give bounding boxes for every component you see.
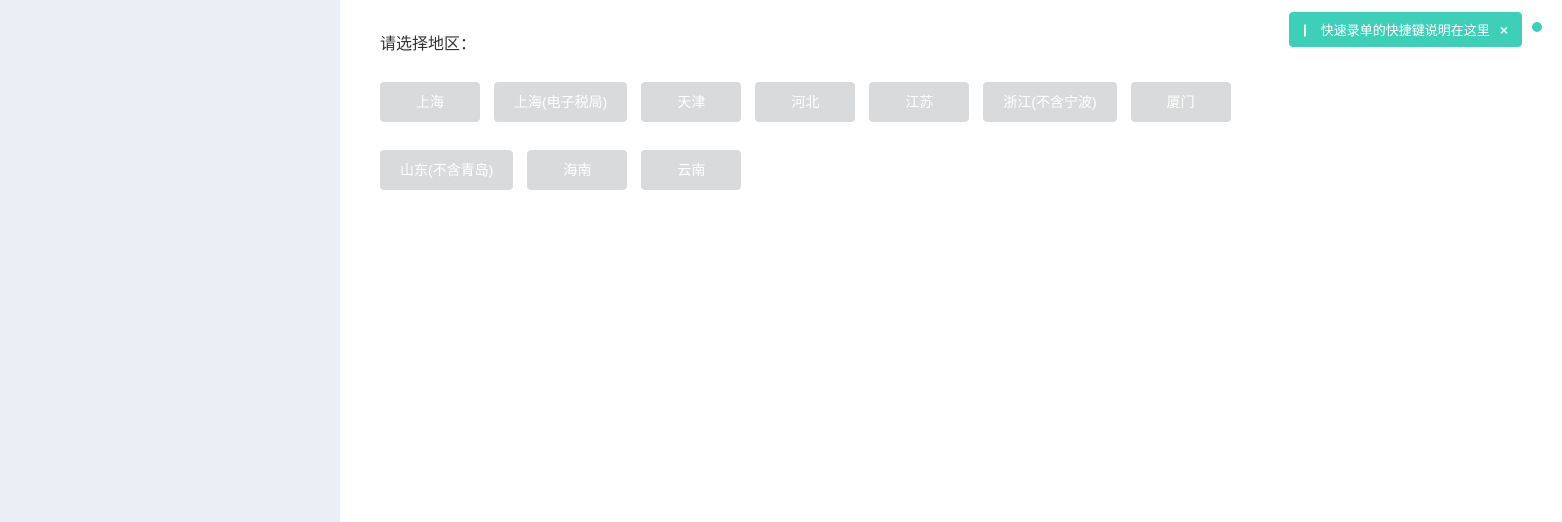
region-btn-hebei[interactable]: 河北 <box>755 82 855 122</box>
tooltip-banner: 快速录单的快捷键说明在这里 × <box>1289 12 1522 47</box>
main-content: 请选择地区： 上海上海(电子税局)天津河北江苏浙江(不含宁波)厦门山东(不含青岛… <box>340 0 1562 522</box>
region-btn-shanghai[interactable]: 上海 <box>380 82 480 122</box>
tooltip-close-button[interactable]: × <box>1500 22 1508 38</box>
tooltip-text: 快速录单的快捷键说明在这里 <box>1321 20 1490 39</box>
region-btn-jiangsu[interactable]: 江苏 <box>869 82 969 122</box>
tooltip-indicator-dot <box>1532 22 1542 32</box>
region-btn-tianjin[interactable]: 天津 <box>641 82 741 122</box>
region-btn-xiamen[interactable]: 厦门 <box>1131 82 1231 122</box>
sidebar <box>0 0 340 522</box>
region-btn-hainan[interactable]: 海南 <box>527 150 627 190</box>
region-btn-shanghai-etax[interactable]: 上海(电子税局) <box>494 82 627 122</box>
region-buttons-container: 上海上海(电子税局) 天津河北江苏浙江(不含宁波) 厦门山东(不含青岛) 海南云南 <box>380 82 1522 190</box>
region-btn-yunnan[interactable]: 云南 <box>641 150 741 190</box>
region-btn-shandong[interactable]: 山东(不含青岛) <box>380 150 513 190</box>
region-btn-zhejiang[interactable]: 浙江(不含宁波) <box>983 82 1116 122</box>
